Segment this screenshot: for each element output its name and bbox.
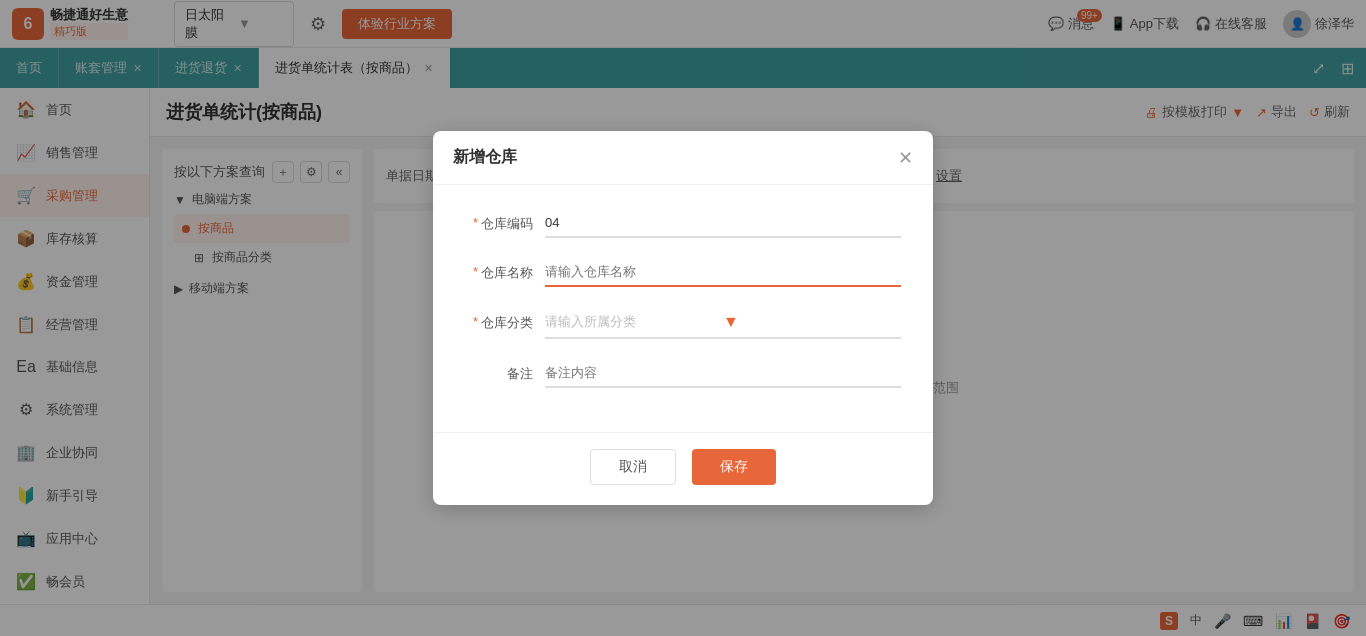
modal-close-button[interactable]: ✕ <box>898 149 913 167</box>
form-row-category: 仓库分类 请输入所属分类 ▼ <box>465 307 901 339</box>
modal-title: 新增仓库 <box>453 147 517 168</box>
note-input[interactable] <box>545 359 901 388</box>
modal-overlay[interactable]: 新增仓库 ✕ 仓库编码 仓库名称 仓库分类 请输入所属分类 ▼ <box>0 0 1366 636</box>
name-label: 仓库名称 <box>465 264 545 282</box>
form-row-code: 仓库编码 <box>465 209 901 238</box>
category-label: 仓库分类 <box>465 314 545 332</box>
modal-body: 仓库编码 仓库名称 仓库分类 请输入所属分类 ▼ 备注 <box>433 185 933 432</box>
code-label: 仓库编码 <box>465 215 545 233</box>
name-input[interactable] <box>545 258 901 287</box>
category-placeholder: 请输入所属分类 <box>545 313 723 331</box>
save-button[interactable]: 保存 <box>692 449 776 485</box>
code-input[interactable] <box>545 209 901 238</box>
category-arrow-icon: ▼ <box>723 313 901 331</box>
modal-footer: 取消 保存 <box>433 432 933 505</box>
form-row-name: 仓库名称 <box>465 258 901 287</box>
new-warehouse-modal: 新增仓库 ✕ 仓库编码 仓库名称 仓库分类 请输入所属分类 ▼ <box>433 131 933 505</box>
category-select[interactable]: 请输入所属分类 ▼ <box>545 307 901 339</box>
cancel-button[interactable]: 取消 <box>590 449 676 485</box>
modal-header: 新增仓库 ✕ <box>433 131 933 185</box>
note-label: 备注 <box>465 365 545 383</box>
form-row-note: 备注 <box>465 359 901 388</box>
